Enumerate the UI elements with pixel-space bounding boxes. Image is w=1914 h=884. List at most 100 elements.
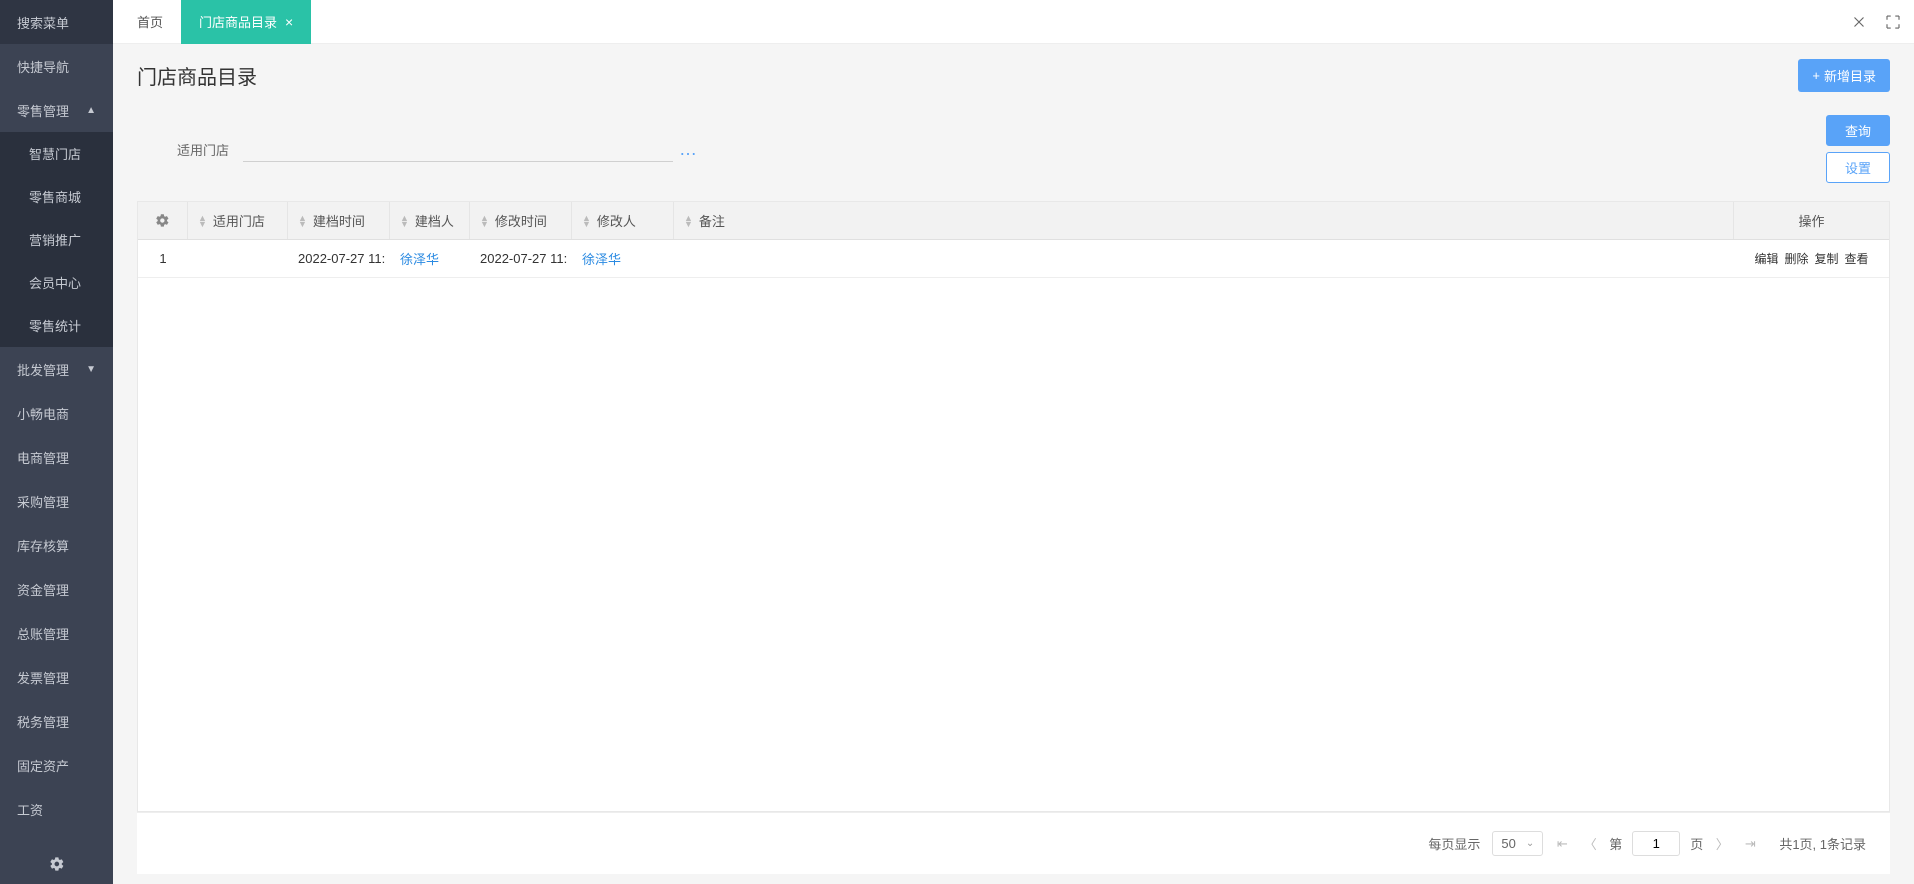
sidebar-item-search[interactable]: 搜索菜单 [0, 0, 113, 44]
th-modify-time[interactable]: ▲▼修改时间 [470, 202, 572, 239]
row-edit-link[interactable]: 编辑 [1754, 250, 1778, 267]
sidebar-item-assets[interactable]: 固定资产 [0, 743, 113, 787]
sidebar-item-retailmall[interactable]: 零售商城 [0, 175, 113, 218]
th-note[interactable]: ▲▼ 备注 [674, 202, 1734, 239]
th-label: 操作 [1798, 211, 1824, 230]
sidebar-item-label: 零售统计 [29, 316, 81, 335]
chevron-down-icon: ⌄ [1526, 838, 1534, 849]
cell-rownum: 1 [138, 240, 188, 277]
pagination: 每页显示 50 ⌄ ⇤ 〈 第 页 〉 ⇥ 共1页, 1条记录 [137, 812, 1890, 874]
row-copy-link[interactable]: 复制 [1815, 250, 1839, 267]
th-create-person[interactable]: ▲▼ 建档人 [390, 202, 470, 239]
chevron-up-icon: ▲ [86, 105, 96, 116]
gear-icon [155, 213, 170, 228]
close-all-button[interactable] [1848, 11, 1870, 33]
cell-create-time: 2022-07-27 11: [288, 240, 390, 277]
table-row[interactable]: 1 2022-07-27 11: 徐泽华 2022-07-27 11: 徐泽华 … [138, 240, 1889, 278]
th-label: 备注 [699, 211, 725, 230]
tab-label: 首页 [137, 12, 163, 31]
sidebar-item-label: 税务管理 [17, 712, 69, 731]
sort-icon: ▲▼ [684, 215, 693, 227]
th-label: 修改时间 [495, 211, 547, 230]
cell-modify-time: 2022-07-27 11: [470, 240, 572, 277]
sidebar-item-marketing[interactable]: 营销推广 [0, 218, 113, 261]
per-page-label: 每页显示 [1428, 834, 1480, 853]
th-label: 建档时间 [313, 211, 365, 230]
sidebar-item-label: 快捷导航 [17, 57, 69, 76]
sort-icon: ▲▼ [582, 215, 591, 227]
tab-home[interactable]: 首页 [119, 0, 181, 44]
table-header: ▲▼ 适用门店 ▲▼建档时间 ▲▼ 建档人 ▲▼修改时间 ▲▼ 修改人 ▲▼ 备注 操作 [138, 202, 1889, 240]
sidebar-item-tax[interactable]: 税务管理 [0, 699, 113, 743]
fullscreen-button[interactable] [1882, 11, 1904, 33]
tab-bar: 首页 门店商品目录 × [113, 0, 1914, 44]
sidebar-item-label: 电商管理 [17, 448, 69, 467]
gear-icon [49, 856, 65, 872]
row-delete-link[interactable]: 删除 [1784, 250, 1808, 267]
sidebar-item-label: 搜索菜单 [17, 13, 69, 32]
sidebar-item-purchase[interactable]: 采购管理 [0, 479, 113, 523]
page-input[interactable] [1632, 831, 1680, 856]
page-suffix: 页 [1690, 834, 1703, 853]
th-create-time[interactable]: ▲▼建档时间 [288, 202, 390, 239]
last-page-button[interactable]: ⇥ [1741, 836, 1759, 852]
th-label: 适用门店 [213, 211, 265, 230]
sidebar-item-label: 批发管理 [17, 360, 69, 379]
filter-store-input[interactable] [243, 136, 673, 162]
row-view-link[interactable]: 查看 [1845, 250, 1869, 267]
sidebar-item-label: 营销推广 [29, 230, 81, 249]
sidebar-item-invoice[interactable]: 发票管理 [0, 655, 113, 699]
th-store[interactable]: ▲▼ 适用门店 [188, 202, 288, 239]
cell-modify-person: 徐泽华 [572, 240, 674, 277]
page-title: 门店商品目录 [137, 61, 257, 90]
settings-button[interactable]: 设置 [1826, 152, 1890, 183]
tab-label: 门店商品目录 [199, 12, 277, 31]
sidebar-item-inventory[interactable]: 库存核算 [0, 523, 113, 567]
page-prefix: 第 [1609, 834, 1622, 853]
sidebar-settings[interactable] [0, 844, 113, 884]
fullscreen-icon [1884, 13, 1902, 31]
sidebar-item-quicknav[interactable]: 快捷导航 [0, 44, 113, 88]
page-summary: 共1页, 1条记录 [1779, 834, 1866, 853]
sidebar-item-label: 发票管理 [17, 668, 69, 687]
sidebar-item-label: 智慧门店 [29, 144, 81, 163]
tab-store-catalog[interactable]: 门店商品目录 × [181, 0, 311, 44]
first-page-button[interactable]: ⇤ [1553, 836, 1571, 852]
next-page-button[interactable]: 〉 [1713, 834, 1731, 853]
page-size-select[interactable]: 50 ⌄ [1492, 831, 1543, 856]
th-op: 操作 [1734, 202, 1889, 239]
query-button[interactable]: 查询 [1826, 115, 1890, 146]
sidebar-item-funds[interactable]: 资金管理 [0, 567, 113, 611]
th-modify-person[interactable]: ▲▼ 修改人 [572, 202, 674, 239]
cell-note [674, 240, 1734, 277]
prev-page-button[interactable]: 〈 [1581, 834, 1599, 853]
more-icon[interactable]: … [679, 139, 698, 160]
sidebar-item-member[interactable]: 会员中心 [0, 261, 113, 304]
add-catalog-button[interactable]: + 新增目录 [1798, 59, 1890, 92]
filter-store-label: 适用门店 [177, 140, 229, 159]
sidebar-item-label: 采购管理 [17, 492, 69, 511]
sort-icon: ▲▼ [400, 215, 409, 227]
close-icon[interactable]: × [285, 15, 293, 29]
sidebar-item-smartstore[interactable]: 智慧门店 [0, 132, 113, 175]
sidebar-item-ledger[interactable]: 总账管理 [0, 611, 113, 655]
sort-icon: ▲▼ [198, 215, 207, 227]
sidebar-item-label: 资金管理 [17, 580, 69, 599]
th-label: 修改人 [597, 211, 636, 230]
sidebar-item-ecommerce[interactable]: 电商管理 [0, 435, 113, 479]
page-size-value: 50 [1501, 836, 1515, 851]
close-icon [1850, 13, 1868, 31]
sidebar-item-wholesale[interactable]: 批发管理▼ [0, 347, 113, 391]
cell-ops: 编辑 删除 复制 查看 [1734, 240, 1889, 277]
sidebar-item-salary[interactable]: 工资 [0, 787, 113, 831]
th-label: 建档人 [415, 211, 454, 230]
sidebar-item-label: 总账管理 [17, 624, 69, 643]
sidebar-item-retail[interactable]: 零售管理 ▲ [0, 88, 113, 132]
sidebar-item-label: 工资 [17, 800, 43, 819]
table-settings-button[interactable] [138, 202, 188, 239]
sidebar-item-label: 零售管理 [17, 101, 69, 120]
sidebar-item-label: 固定资产 [17, 756, 69, 775]
cell-create-person: 徐泽华 [390, 240, 470, 277]
sidebar-item-retailstats[interactable]: 零售统计 [0, 304, 113, 347]
sidebar-item-xiaochang[interactable]: 小畅电商 [0, 391, 113, 435]
